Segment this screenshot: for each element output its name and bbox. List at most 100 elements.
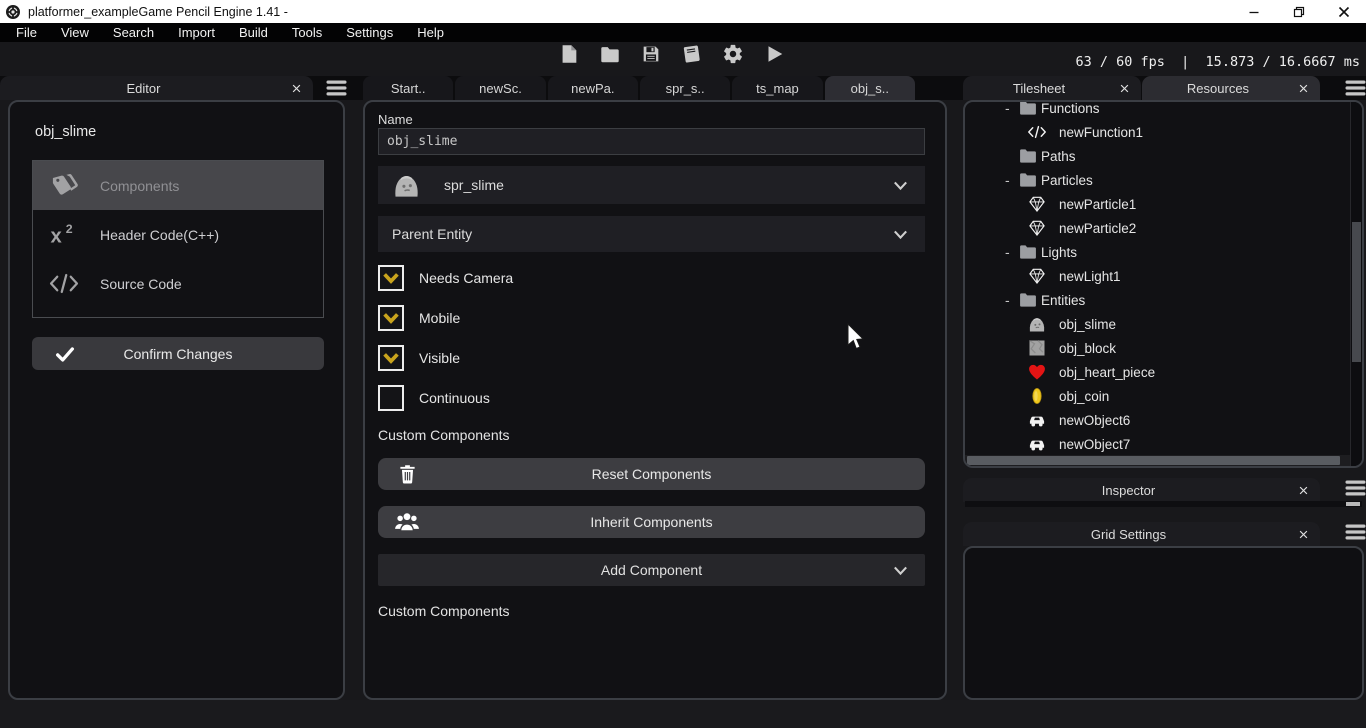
document-tab[interactable]: Start.. xyxy=(363,76,454,100)
menu-item[interactable]: Import xyxy=(166,23,227,42)
checkmark-icon xyxy=(54,343,76,365)
tree-item[interactable]: - Paths xyxy=(965,144,1350,168)
editor-section-item[interactable]: Source Code xyxy=(33,259,323,308)
tree-item-label: newParticle1 xyxy=(1059,196,1137,212)
settings-icon[interactable] xyxy=(722,43,744,65)
tree-item[interactable]: - obj_block xyxy=(965,336,1350,360)
new-file-icon[interactable] xyxy=(558,43,580,65)
vertical-scrollbar-thumb[interactable] xyxy=(1352,222,1361,362)
inspector-panel-menu-icon[interactable] xyxy=(1345,480,1366,496)
collapse-toggle[interactable]: - xyxy=(1005,172,1017,188)
resource-tab-close-icon[interactable] xyxy=(1294,79,1312,97)
horizontal-scrollbar-thumb[interactable] xyxy=(967,456,1341,465)
check-icon xyxy=(381,351,401,366)
tree-item[interactable]: - obj_slime xyxy=(965,312,1350,336)
inspector-scrollbar[interactable] xyxy=(965,501,1362,507)
book-icon[interactable] xyxy=(681,43,703,65)
window-controls xyxy=(1231,0,1366,23)
inspector-scrollbar-thumb[interactable] xyxy=(1346,502,1360,506)
document-tab[interactable]: obj_s.. xyxy=(824,76,915,100)
checkbox[interactable] xyxy=(378,265,404,291)
collapse-toggle[interactable]: - xyxy=(1005,244,1017,260)
document-tab[interactable]: ts_map xyxy=(732,76,823,100)
resource-panel-tab[interactable]: Tilesheet xyxy=(963,76,1141,100)
tree-item-label: newLight1 xyxy=(1059,268,1121,284)
minimize-icon xyxy=(1248,6,1260,18)
checkbox-label: Continuous xyxy=(419,390,490,406)
checkbox-row: Continuous xyxy=(378,385,513,411)
tree-item[interactable]: - Entities xyxy=(965,288,1350,312)
menu-item[interactable]: View xyxy=(49,23,101,42)
editor-panel-tab[interactable]: Editor xyxy=(0,76,313,100)
tree-item[interactable]: - obj_heart_piece xyxy=(965,360,1350,384)
minimize-button[interactable] xyxy=(1231,0,1276,23)
car-icon xyxy=(1027,434,1047,454)
menu-item[interactable]: File xyxy=(4,23,49,42)
menu-item[interactable]: Search xyxy=(101,23,166,42)
grid-settings-panel-menu-icon[interactable] xyxy=(1345,524,1366,540)
tree-item[interactable]: - Particles xyxy=(965,168,1350,192)
checkbox[interactable] xyxy=(378,305,404,331)
custom-components-heading-2: Custom Components xyxy=(378,603,510,619)
play-icon[interactable] xyxy=(763,43,785,65)
tree-item[interactable]: - Lights xyxy=(965,240,1350,264)
check-icon xyxy=(381,271,401,286)
diamond-icon xyxy=(1027,218,1047,238)
tree-item[interactable]: - newObject7 xyxy=(965,432,1350,456)
checkbox-label: Needs Camera xyxy=(419,270,514,286)
checkbox-label: Visible xyxy=(419,350,460,366)
open-folder-icon[interactable] xyxy=(599,43,621,65)
vertical-scrollbar[interactable] xyxy=(1350,102,1362,466)
document-tab[interactable]: newSc. xyxy=(455,76,546,100)
editor-section-list: Components x2 Header Code(C++) Source Co… xyxy=(32,160,324,318)
resource-tab-close-icon[interactable] xyxy=(1115,79,1133,97)
sprite-dropdown[interactable]: spr_slime xyxy=(378,166,925,204)
tree-item[interactable]: - newFunction1 xyxy=(965,120,1350,144)
menu-item[interactable]: Build xyxy=(227,23,280,42)
properties-panel: Name spr_slime Parent Entity Needs Camer… xyxy=(363,100,947,700)
document-tab-label: Start.. xyxy=(390,80,426,96)
grid-settings-panel-tab[interactable]: Grid Settings xyxy=(963,522,1320,546)
tree-item[interactable]: - newObject6 xyxy=(965,408,1350,432)
main-area: 63 / 60 fps | 15.873 / 16.6667 ms Editor… xyxy=(0,42,1366,728)
confirm-changes-button[interactable]: Confirm Changes xyxy=(32,337,324,370)
resource-panel-tab[interactable]: Resources xyxy=(1142,76,1320,100)
document-tabs: Start.. newSc. newPa. spr_s.. ts_map obj… xyxy=(363,76,915,100)
tree-item[interactable]: - newLight1 xyxy=(965,264,1350,288)
checkbox[interactable] xyxy=(378,385,404,411)
close-button[interactable] xyxy=(1321,0,1366,23)
tree-item-label: obj_heart_piece xyxy=(1059,364,1156,380)
horizontal-scrollbar[interactable] xyxy=(965,455,1350,466)
inspector-panel-tab[interactable]: Inspector xyxy=(963,478,1320,502)
parent-entity-dropdown[interactable]: Parent Entity xyxy=(378,216,925,252)
tree-item[interactable]: - newParticle2 xyxy=(965,216,1350,240)
resources-panel-menu-icon[interactable] xyxy=(1345,80,1366,96)
restore-button[interactable] xyxy=(1276,0,1321,23)
name-input[interactable] xyxy=(378,128,925,155)
save-icon[interactable] xyxy=(640,43,662,65)
menu-item[interactable]: Settings xyxy=(334,23,405,42)
menu-item[interactable]: Tools xyxy=(280,23,334,42)
checkbox[interactable] xyxy=(378,345,404,371)
editor-section-item[interactable]: x2 Header Code(C++) xyxy=(33,210,323,259)
collapse-toggle[interactable]: - xyxy=(1005,292,1017,308)
inspector-tab-close-icon[interactable] xyxy=(1294,481,1312,499)
tree-item[interactable]: - Functions xyxy=(965,102,1350,120)
inherit-components-button[interactable]: Inherit Components xyxy=(378,506,925,538)
document-tab[interactable]: spr_s.. xyxy=(639,76,731,100)
reset-components-button[interactable]: Reset Components xyxy=(378,458,925,490)
parent-dropdown-value: Parent Entity xyxy=(392,226,473,242)
grid-settings-tab-close-icon[interactable] xyxy=(1294,525,1312,543)
tree-item[interactable]: - newParticle1 xyxy=(965,192,1350,216)
inspector-tab-label: Inspector xyxy=(1101,482,1156,498)
checkbox-row: Visible xyxy=(378,345,513,371)
editor-panel-menu-icon[interactable] xyxy=(326,80,347,96)
tree-item[interactable]: - obj_coin xyxy=(965,384,1350,408)
resource-panel-tabs: Tilesheet Resources xyxy=(963,76,1320,100)
editor-tab-close-icon[interactable] xyxy=(287,79,305,97)
document-tab[interactable]: newPa. xyxy=(547,76,638,100)
menu-item[interactable]: Help xyxy=(405,23,456,42)
add-component-dropdown[interactable]: Add Component xyxy=(378,554,925,586)
collapse-toggle[interactable]: - xyxy=(1005,102,1017,116)
editor-section-item[interactable]: Components xyxy=(33,161,323,210)
